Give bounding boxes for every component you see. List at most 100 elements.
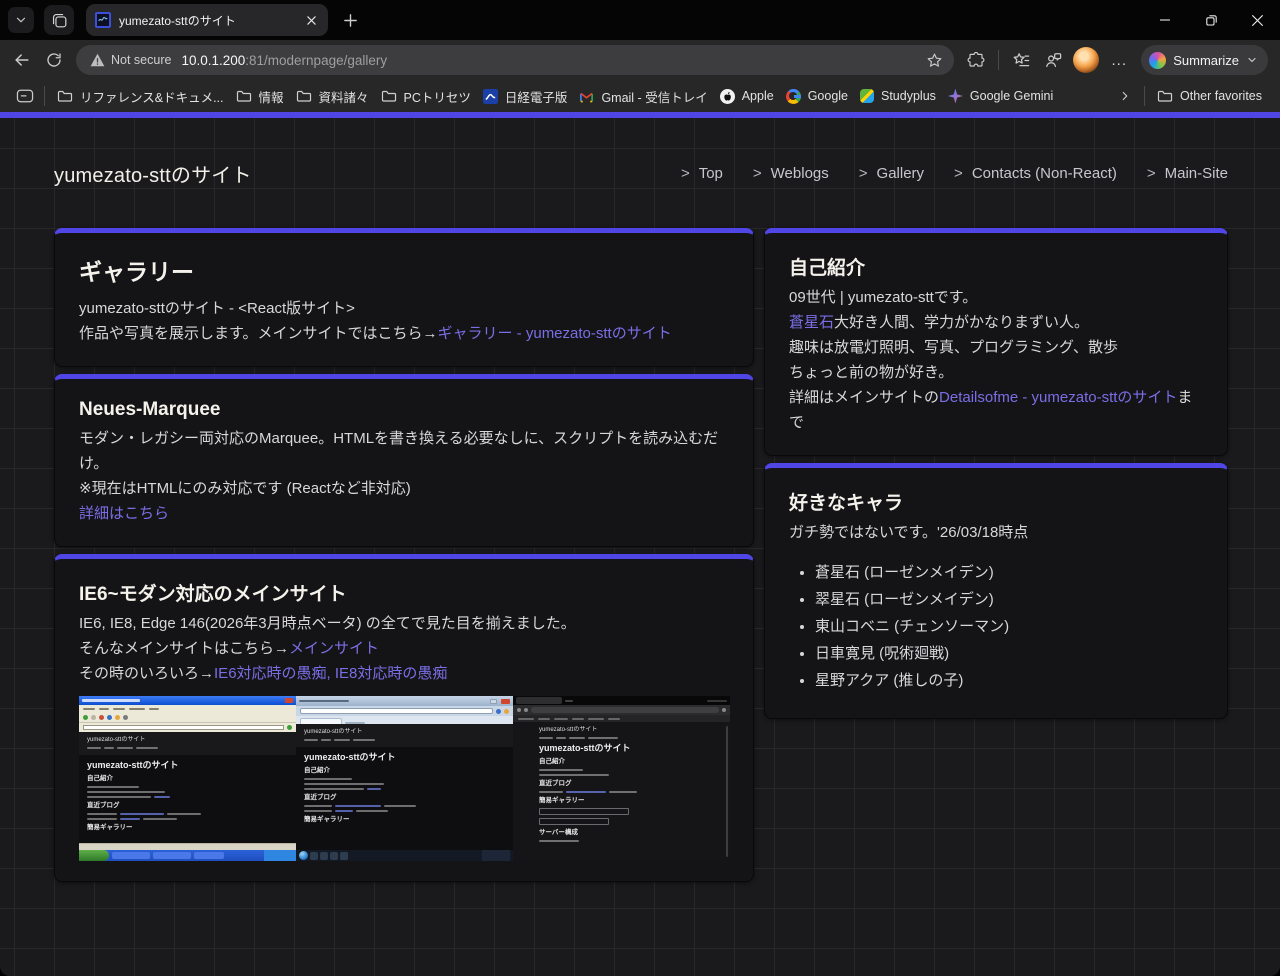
card-title: Neues-Marquee [79, 399, 221, 420]
minimize-button[interactable] [1142, 0, 1188, 40]
active-tab[interactable]: yumezato-sttのサイト [86, 4, 328, 36]
mainsite-description: IE6, IE8, Edge 146(2026年3月時点ベータ) の全てで見た目… [79, 615, 576, 632]
favorites-bar: リファレンス&ドキュメ... 情報 資料諸々 PCトリセツ 日経電子版 Gmai… [0, 80, 1280, 112]
person-chat-icon [1045, 52, 1062, 67]
browser-screenshots-image: yumezato-sttのサイト yumezato-sttのサイト 自己紹介 直… [79, 696, 730, 861]
left-column: ギャラリー yumezato-sttのサイト - <React版サイト> 作品や… [54, 228, 754, 882]
gallery-card: ギャラリー yumezato-sttのサイト - <React版サイト> 作品や… [54, 228, 754, 367]
bookmark-gmail[interactable]: Gmail - 受信トレイ [573, 84, 713, 109]
profile-card: 自己紹介 09世代 | yumezato-sttです。 蒼星石大好き人間、学力が… [764, 228, 1228, 456]
chevron-down-icon [1248, 57, 1256, 63]
bookmark-nikkei[interactable]: 日経電子版 [477, 84, 574, 109]
close-icon [1251, 14, 1263, 26]
ie6-rant-link[interactable]: IE6対応時の愚痴 [214, 665, 327, 682]
extensions-button[interactable] [960, 44, 992, 76]
url-host: 10.0.1.200 [181, 52, 246, 68]
marquee-details-link[interactable]: 詳細はこちら [79, 505, 169, 522]
bookmark-google[interactable]: Google [780, 86, 854, 107]
list-item: 蒼星石 (ローゼンメイデン) [815, 559, 1203, 586]
site-title: yumezato-sttのサイト [54, 164, 252, 187]
nav-link-top[interactable]: > Top [681, 165, 723, 182]
list-item: 星野アクア (推しの子) [815, 667, 1203, 694]
bookmark-apple[interactable]: Apple [714, 86, 780, 107]
marquee-card: Neues-Marquee モダン・レガシー両対応のMarquee。HTMLを書… [54, 374, 754, 547]
folder-icon [236, 89, 252, 103]
list-item: 日車寛見 (呪術廻戦) [815, 640, 1203, 667]
address-toolbar: Not secure 10.0.1.200:81/modernpage/gall… [0, 40, 1280, 80]
browser-window: yumezato-sttのサイト Not secure 10.0.1.200:… [0, 0, 1280, 976]
puzzle-icon [967, 51, 985, 67]
bookmark-folder-pc-manual[interactable]: PCトリセツ [375, 84, 477, 109]
nav-link-contacts[interactable]: > Contacts (Non-React) [954, 165, 1117, 182]
bookmark-gemini[interactable]: Google Gemini [942, 86, 1059, 107]
bookmark-folder-info[interactable]: 情報 [230, 84, 290, 109]
bookmark-folder-references[interactable]: リファレンス&ドキュメ... [51, 84, 230, 109]
gallery-subtitle: yumezato-sttのサイト - <React版サイト> [79, 300, 355, 317]
gmail-icon [579, 90, 594, 103]
mainsite-link[interactable]: メインサイト [289, 640, 379, 657]
card-title: 自己紹介 [789, 258, 866, 279]
refresh-icon [47, 53, 61, 67]
folder-icon [296, 89, 312, 103]
favorites-button[interactable] [1005, 44, 1037, 76]
card-title: ギャラリー [79, 259, 194, 285]
new-tab-button[interactable] [336, 6, 364, 34]
mainsite-card: IE6~モダン対応のメインサイト IE6, IE8, Edge 146(2026… [54, 554, 754, 882]
site-header: yumezato-sttのサイト > Top > Weblogs > Gallery … [0, 118, 1280, 228]
card-title: IE6~モダン対応のメインサイト [79, 584, 347, 605]
security-label: Not secure [111, 53, 172, 67]
sidebar-panel-button[interactable] [12, 83, 38, 109]
list-item: 翠星石 (ローゼンメイデン) [815, 586, 1203, 613]
warning-icon [90, 53, 105, 67]
bookmark-studyplus[interactable]: Studyplus [854, 86, 942, 106]
profile-line4: ちょっと前の物が好き。 [789, 364, 954, 381]
detailsofme-link[interactable]: Detailsofme - yumezato-sttのサイト [939, 389, 1177, 406]
essentials-button[interactable] [1037, 44, 1069, 76]
gemini-icon [947, 88, 963, 104]
studyplus-icon [860, 89, 874, 103]
card-title: 好きなキャラ [789, 493, 904, 514]
profile-avatar[interactable] [1073, 47, 1100, 73]
workspaces-button[interactable] [44, 5, 74, 35]
bookmark-other-favorites[interactable]: Other favorites [1151, 86, 1268, 106]
gallery-mainsite-link[interactable]: ギャラリー - yumezato-sttのサイト [438, 325, 672, 342]
back-button[interactable] [6, 44, 38, 76]
ellipsis-icon: ... [1111, 51, 1127, 69]
address-bar[interactable]: Not secure 10.0.1.200:81/modernpage/gall… [76, 45, 955, 75]
screenshot-ie6-xp: yumezato-sttのサイト yumezato-sttのサイト 自己紹介 直… [79, 696, 296, 861]
favorites-star-list-icon [1013, 52, 1030, 66]
apple-icon [719, 88, 735, 104]
ie8-rant-link[interactable]: IE8対応時の愚痴 [335, 665, 448, 682]
aoseiseki-link[interactable]: 蒼星石 [789, 314, 834, 331]
profile-line1: 09世代 | yumezato-sttです。 [789, 289, 978, 306]
minimize-icon [1160, 19, 1170, 21]
bookmark-folder-materials[interactable]: 資料諸々 [290, 84, 375, 109]
settings-menu-button[interactable]: ... [1103, 44, 1135, 76]
chevron-down-icon [16, 17, 26, 23]
tab-search-button[interactable] [8, 7, 34, 33]
url-path: :81/modernpage/gallery [245, 52, 388, 68]
profile-line3: 趣味は放電灯照明、写真、プログラミング、散歩 [789, 339, 1118, 356]
chevron-right-icon [1122, 91, 1128, 101]
refresh-button[interactable] [38, 44, 70, 76]
screenshot-ie8-win7: yumezato-sttのサイト yumezato-sttのサイト 自己紹介 直… [296, 696, 513, 861]
more-favorites-button[interactable] [1112, 83, 1138, 109]
workspaces-icon [52, 13, 66, 27]
site-favicon-icon [95, 12, 111, 28]
back-arrow-icon [15, 54, 29, 66]
nav-link-main-site[interactable]: > Main-Site [1147, 165, 1228, 182]
folder-icon [381, 89, 397, 103]
nav-link-weblogs[interactable]: > Weblogs [753, 165, 829, 182]
copilot-summarize-button[interactable]: Summarize [1141, 45, 1268, 75]
nikkei-icon [482, 88, 498, 104]
favorite-star-button[interactable] [922, 48, 946, 72]
tab-close-button[interactable] [302, 11, 320, 29]
restore-icon [1205, 14, 1217, 26]
nav-link-gallery[interactable]: > Gallery [859, 165, 924, 182]
page-content: yumezato-sttのサイト > Top > Weblogs > Gallery … [0, 112, 1280, 976]
restore-button[interactable] [1188, 0, 1234, 40]
link-separator: , [326, 665, 335, 682]
close-button[interactable] [1234, 0, 1280, 40]
marquee-note: ※現在はHTMLにのみ対応です (Reactなど非対応) [79, 480, 411, 497]
site-nav: > Top > Weblogs > Gallery > Contacts (Non-Re… [681, 165, 1228, 182]
